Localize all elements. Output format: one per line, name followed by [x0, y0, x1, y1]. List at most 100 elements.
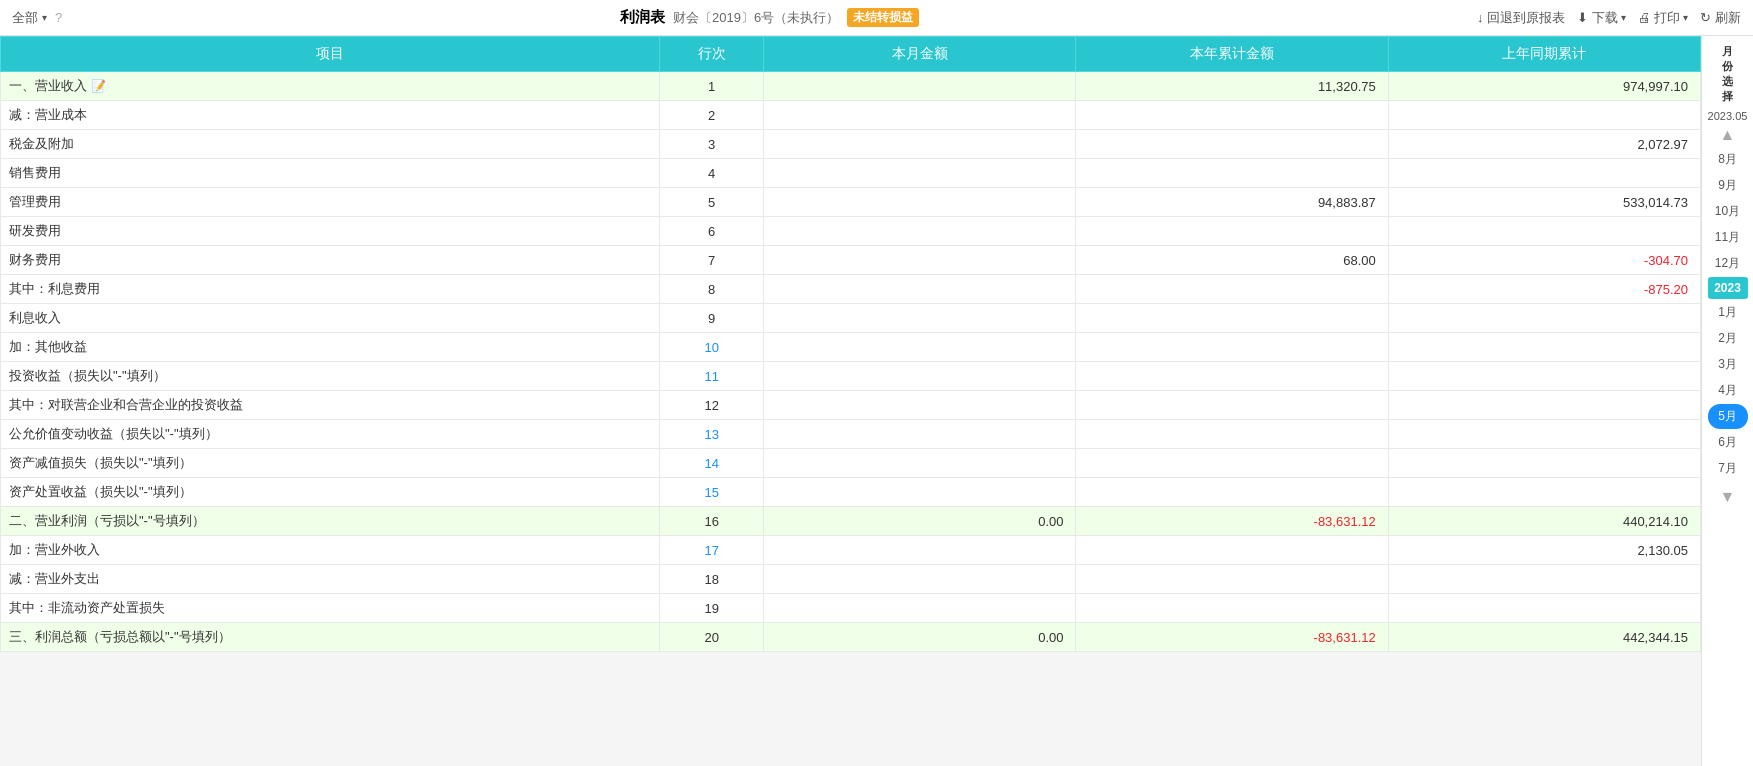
- cell-item: 税金及附加: [1, 130, 660, 159]
- table-row: 其中：对联营企业和合营企业的投资收益 12: [1, 391, 1701, 420]
- nav-down-icon[interactable]: ▼: [1718, 486, 1738, 508]
- nav-up-icon[interactable]: ▲: [1718, 124, 1738, 146]
- cell-month: [764, 246, 1076, 275]
- month-item[interactable]: 12月: [1708, 251, 1748, 276]
- cell-prev: [1388, 333, 1700, 362]
- month-item[interactable]: 10月: [1708, 199, 1748, 224]
- cell-row: 3: [660, 130, 764, 159]
- cell-row: 1: [660, 72, 764, 101]
- cell-prev: [1388, 101, 1700, 130]
- month-item[interactable]: 1月: [1708, 300, 1748, 325]
- cell-month: [764, 101, 1076, 130]
- cell-prev: 974,997.10: [1388, 72, 1700, 101]
- month-item[interactable]: 11月: [1708, 225, 1748, 250]
- cell-item: 资产处置收益（损失以"-"填列）: [1, 478, 660, 507]
- month-item[interactable]: 4月: [1708, 378, 1748, 403]
- cell-month: [764, 536, 1076, 565]
- cell-row: 8: [660, 275, 764, 304]
- cell-year: [1076, 304, 1388, 333]
- cell-item: 其中：非流动资产处置损失: [1, 594, 660, 623]
- header-item: 项目: [1, 37, 660, 72]
- cell-month: 0.00: [764, 507, 1076, 536]
- back-button[interactable]: ↓ 回退到原报表: [1477, 9, 1565, 27]
- month-item[interactable]: 2月: [1708, 326, 1748, 351]
- month-item[interactable]: 5月: [1708, 404, 1748, 429]
- cell-year: -83,631.12: [1076, 507, 1388, 536]
- top-bar-right: ↓ 回退到原报表 ⬇ 下载 ▾ 🖨 打印 ▾ ↻ 刷新: [1477, 9, 1741, 27]
- month-item[interactable]: 3月: [1708, 352, 1748, 377]
- cell-row: 14: [660, 449, 764, 478]
- cell-row: 13: [660, 420, 764, 449]
- table-row: 财务费用 7 68.00 -304.70: [1, 246, 1701, 275]
- cell-year: [1076, 536, 1388, 565]
- table-row: 加：营业外收入 17 2,130.05: [1, 536, 1701, 565]
- cell-prev: [1388, 478, 1700, 507]
- cell-prev: 2,072.97: [1388, 130, 1700, 159]
- cell-row: 4: [660, 159, 764, 188]
- table-row: 管理费用 5 94,883.87 533,014.73: [1, 188, 1701, 217]
- cell-item: 公允价值变动收益（损失以"-"填列）: [1, 420, 660, 449]
- cell-month: [764, 72, 1076, 101]
- cell-prev: [1388, 420, 1700, 449]
- all-selector[interactable]: 全部 ▾: [12, 9, 47, 27]
- cell-year: 68.00: [1076, 246, 1388, 275]
- cell-year: 94,883.87: [1076, 188, 1388, 217]
- report-meta: 财会〔2019〕6号（未执行）: [673, 9, 839, 27]
- cell-month: [764, 594, 1076, 623]
- month-item[interactable]: 9月: [1708, 173, 1748, 198]
- table-row: 一、营业收入📝 1 11,320.75 974,997.10: [1, 72, 1701, 101]
- table-row: 减：营业外支出 18: [1, 565, 1701, 594]
- cell-row: 6: [660, 217, 764, 246]
- cell-month: [764, 188, 1076, 217]
- cell-prev: [1388, 217, 1700, 246]
- cell-item: 其中：对联营企业和合营企业的投资收益: [1, 391, 660, 420]
- cell-item: 三、利润总额（亏损总额以"-"号填列）: [1, 623, 660, 652]
- cell-year: [1076, 333, 1388, 362]
- cell-item: 资产减值损失（损失以"-"填列）: [1, 449, 660, 478]
- month-item[interactable]: 2023: [1708, 277, 1748, 299]
- edit-icon[interactable]: 📝: [91, 79, 106, 93]
- cell-row: 2: [660, 101, 764, 130]
- right-sidebar: 月份选择 2023.05 ▲ 8月9月10月11月12月20231月2月3月4月…: [1701, 36, 1753, 766]
- cell-item: 二、营业利润（亏损以"-"号填列）: [1, 507, 660, 536]
- table-row: 投资收益（损失以"-"填列） 11: [1, 362, 1701, 391]
- download-button[interactable]: ⬇ 下载 ▾: [1577, 9, 1626, 27]
- cell-row: 5: [660, 188, 764, 217]
- month-item[interactable]: 8月: [1708, 147, 1748, 172]
- cell-prev: 442,344.15: [1388, 623, 1700, 652]
- top-bar-center: 利润表 财会〔2019〕6号（未执行） 未结转损益: [620, 8, 919, 27]
- cell-month: 0.00: [764, 623, 1076, 652]
- refresh-button[interactable]: ↻ 刷新: [1700, 9, 1741, 27]
- cell-item: 减：营业成本: [1, 101, 660, 130]
- cell-item: 加：其他收益: [1, 333, 660, 362]
- cell-year: -83,631.12: [1076, 623, 1388, 652]
- table-row: 公允价值变动收益（损失以"-"填列） 13: [1, 420, 1701, 449]
- cell-item: 研发费用: [1, 217, 660, 246]
- print-button[interactable]: 🖨 打印 ▾: [1638, 9, 1689, 27]
- header-row: 行次: [660, 37, 764, 72]
- all-selector-label: 全部: [12, 9, 38, 27]
- cell-row: 16: [660, 507, 764, 536]
- table-row: 加：其他收益 10: [1, 333, 1701, 362]
- help-icon[interactable]: ?: [55, 10, 62, 25]
- cell-month: [764, 391, 1076, 420]
- table-row: 二、营业利润（亏损以"-"号填列） 16 0.00 -83,631.12 440…: [1, 507, 1701, 536]
- cell-prev: [1388, 362, 1700, 391]
- month-item[interactable]: 7月: [1708, 456, 1748, 481]
- cell-year: [1076, 159, 1388, 188]
- report-table: 项目 行次 本月金额 本年累计金额 上年同期累计 一、营业收入📝 1 11,32…: [0, 36, 1701, 652]
- cell-prev: [1388, 565, 1700, 594]
- cell-item: 加：营业外收入: [1, 536, 660, 565]
- table-row: 其中：非流动资产处置损失 19: [1, 594, 1701, 623]
- month-item[interactable]: 6月: [1708, 430, 1748, 455]
- cell-prev: -304.70: [1388, 246, 1700, 275]
- table-row: 税金及附加 3 2,072.97: [1, 130, 1701, 159]
- cell-year: [1076, 217, 1388, 246]
- table-row: 资产处置收益（损失以"-"填列） 15: [1, 478, 1701, 507]
- cell-month: [764, 362, 1076, 391]
- cell-month: [764, 449, 1076, 478]
- cell-year: [1076, 391, 1388, 420]
- table-row: 利息收入 9: [1, 304, 1701, 333]
- cell-item: 销售费用: [1, 159, 660, 188]
- cell-prev: [1388, 449, 1700, 478]
